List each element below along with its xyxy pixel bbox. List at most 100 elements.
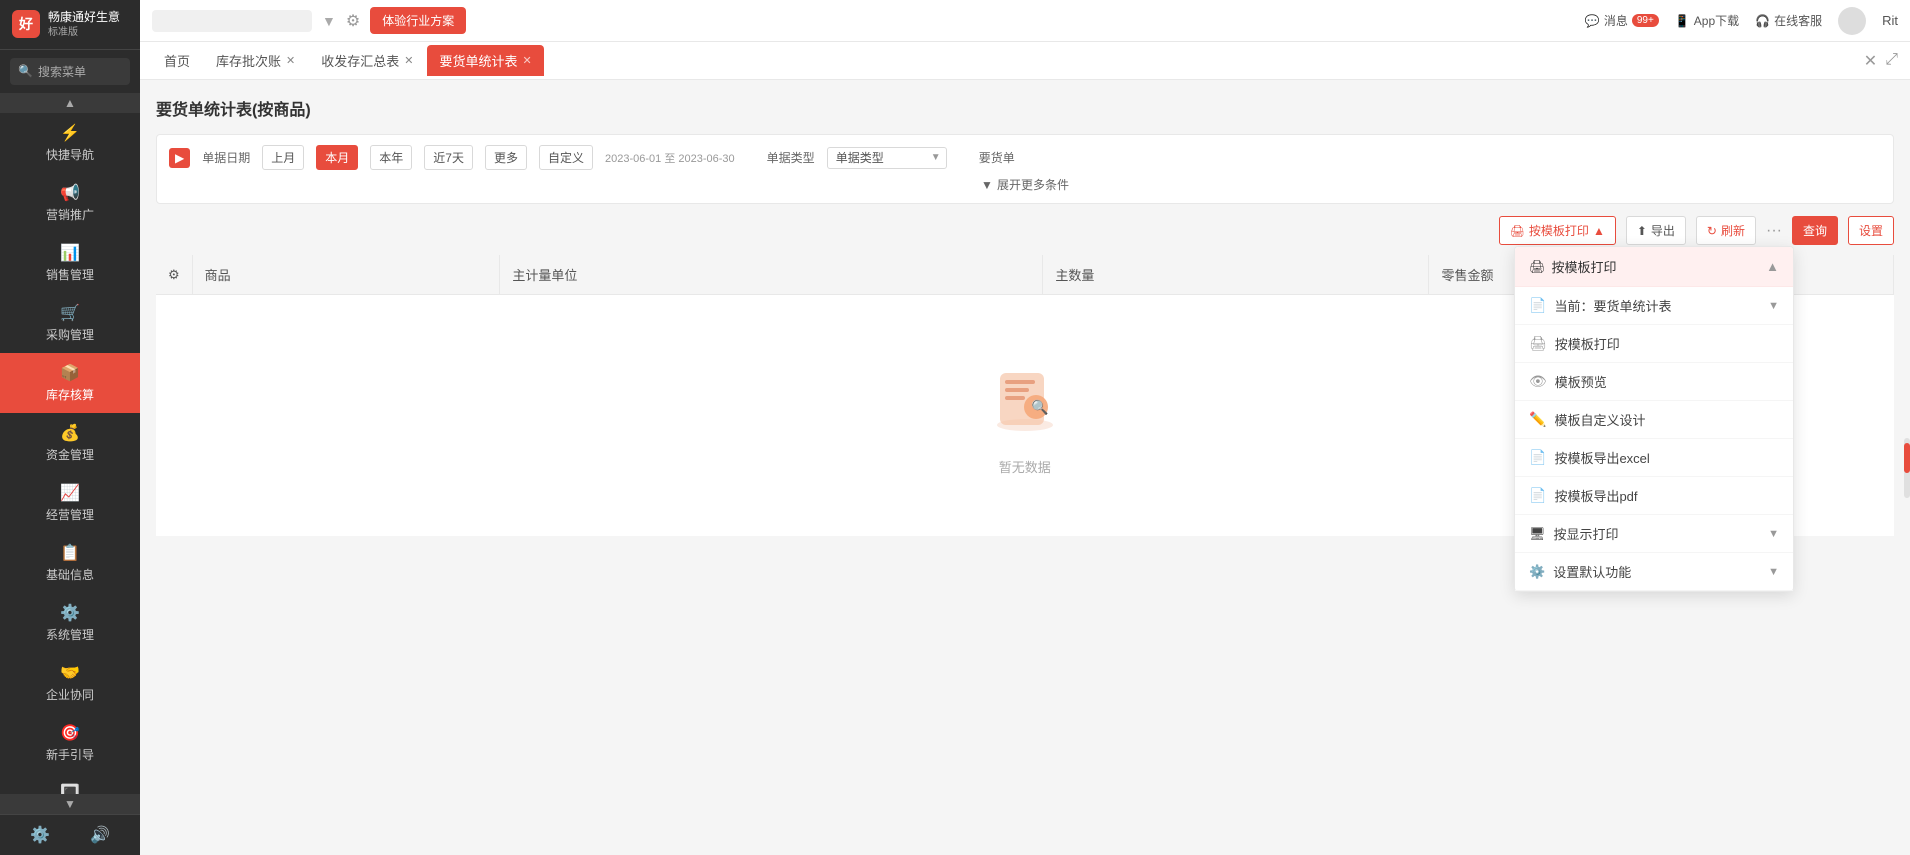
guide-icon: 🎯 <box>60 723 80 743</box>
sidebar-item-guide[interactable]: 🎯 新手引导 <box>0 713 140 773</box>
main-content: ▼ ⚙ 体验行业方案 💬 消息 99+ 📱 App下载 🎧 在线客服 Rit 首… <box>140 0 1910 855</box>
app-download-icon: 📱 <box>1675 14 1690 28</box>
topbar-right: 💬 消息 99+ 📱 App下载 🎧 在线客服 Rit <box>1585 7 1898 35</box>
tab-close-icon[interactable]: ✕ <box>1864 51 1877 71</box>
audio-icon[interactable]: 🔊 <box>90 825 110 845</box>
tab-home[interactable]: 首页 <box>152 45 202 76</box>
avatar[interactable] <box>1838 7 1866 35</box>
scroll-indicator[interactable] <box>1904 438 1910 498</box>
app-download-item[interactable]: 📱 App下载 <box>1675 12 1739 29</box>
filter-row: ▶ 单据日期 上月 本月 本年 近7天 更多 自定义 2023-06-01 至 … <box>169 145 1881 170</box>
filter-expand-toggle[interactable]: ▶ <box>169 148 190 168</box>
sidebar-item-basic[interactable]: 📋 基础信息 <box>0 533 140 593</box>
template-export-pdf-item[interactable]: 📄 按模板导出pdf <box>1515 477 1793 515</box>
current-template-icon: 📄 <box>1529 297 1546 314</box>
query-button[interactable]: 查询 <box>1792 216 1838 245</box>
operation-icon: 📈 <box>60 483 80 503</box>
settings-button[interactable]: 设置 <box>1848 216 1894 245</box>
trial-industry-button[interactable]: 体验行业方案 <box>370 7 466 34</box>
export-icon: ⬆ <box>1637 224 1647 238</box>
toolbar: 🖨 按模板打印 ▲ ⬆ 导出 ↻ 刷新 ··· 查询 设置 🖨 按模板打印 <box>156 216 1894 245</box>
scroll-up-btn[interactable]: ▲ <box>0 93 140 113</box>
finance-icon: 💰 <box>60 423 80 443</box>
sidebar-nav: ⚡ 快捷导航 📢 营销推广 📊 销售管理 🛒 采购管理 📦 库存核算 💰 资金管… <box>0 113 140 794</box>
tab-order-stats[interactable]: 要货单统计表 ✕ <box>427 45 543 76</box>
page-title: 要货单统计表(按商品) <box>156 96 1894 120</box>
scroll-down-btn[interactable]: ▼ <box>0 794 140 814</box>
sidebar-item-quick-nav[interactable]: ⚡ 快捷导航 <box>0 113 140 173</box>
message-item[interactable]: 💬 消息 99+ <box>1585 12 1659 29</box>
th-gear[interactable]: ⚙ <box>156 255 192 295</box>
sidebar-item-finance[interactable]: 💰 资金管理 <box>0 413 140 473</box>
date-btn-last-month[interactable]: 上月 <box>262 145 304 170</box>
date-btn-7days[interactable]: 近7天 <box>424 145 473 170</box>
date-btn-more[interactable]: 更多 <box>485 145 527 170</box>
sidebar-item-system[interactable]: ⚙️ 系统管理 <box>0 593 140 653</box>
search-icon: 🔍 <box>18 64 33 78</box>
sidebar-item-sales[interactable]: 📊 销售管理 <box>0 233 140 293</box>
printer-icon: 🖨 <box>1510 224 1525 238</box>
order-type-select[interactable]: 单据类型 <box>827 147 947 169</box>
scroll-thumb <box>1904 443 1910 473</box>
current-template-item[interactable]: 📄 当前：要货单统计表 ▼ <box>1515 287 1793 325</box>
app-name: 畅康通好生意 标准版 <box>48 10 120 39</box>
empty-text: 暂无数据 <box>999 457 1051 476</box>
settings-bottom-icon[interactable]: ⚙️ <box>30 825 50 845</box>
svg-text:🔍: 🔍 <box>1031 398 1048 416</box>
print-dropdown: 🖨 按模板打印 ▲ 📄 当前：要货单统计表 ▼ 🖨 按模板打印 👁 模板 <box>1514 246 1794 592</box>
sidebar-item-inventory[interactable]: 📦 库存核算 <box>0 353 140 413</box>
refresh-button[interactable]: ↻ 刷新 <box>1696 216 1756 245</box>
print-template-button[interactable]: 🖨 按模板打印 ▲ <box>1499 216 1616 245</box>
default-func-item[interactable]: ⚙️ 设置默认功能 ▼ <box>1515 553 1793 591</box>
template-export-excel-item[interactable]: 📄 按模板导出excel <box>1515 439 1793 477</box>
th-goods: 商品 <box>192 255 500 295</box>
tab-maximize-icon[interactable]: ⤢ <box>1885 51 1898 71</box>
sidebar-item-marketing[interactable]: 📢 营销推广 <box>0 173 140 233</box>
empty-icon: 🔍 <box>980 355 1070 445</box>
display-icon: 🖥 <box>1529 526 1546 542</box>
display-print-item[interactable]: 🖥 按显示打印 ▼ <box>1515 515 1793 553</box>
topbar-search-input[interactable] <box>152 10 312 32</box>
more-options-icon[interactable]: ··· <box>1766 222 1782 240</box>
tab-close-batch[interactable]: ✕ <box>286 54 295 67</box>
topbar: ▼ ⚙ 体验行业方案 💬 消息 99+ 📱 App下载 🎧 在线客服 Rit <box>140 0 1910 42</box>
sidebar-item-operation[interactable]: 📈 经营管理 <box>0 473 140 533</box>
template-preview-icon: 👁 <box>1529 373 1547 390</box>
date-label: 单据日期 <box>202 149 250 166</box>
date-btn-custom[interactable]: 自定义 <box>539 145 593 170</box>
sidebar: 好 畅康通好生意 标准版 🔍 搜索菜单 ▲ ⚡ 快捷导航 📢 营销推广 📊 销售… <box>0 0 140 855</box>
date-btn-this-year[interactable]: 本年 <box>370 145 412 170</box>
tab-batch-account[interactable]: 库存批次账 ✕ <box>204 45 307 76</box>
sidebar-item-purchase[interactable]: 🛒 采购管理 <box>0 293 140 353</box>
purchase-icon: 🛒 <box>60 303 80 323</box>
online-service-item[interactable]: 🎧 在线客服 <box>1755 12 1822 29</box>
page-content: 要货单统计表(按商品) ▶ 单据日期 上月 本月 本年 近7天 更多 自定义 2… <box>140 80 1910 855</box>
expand-icon: ▼ <box>981 178 993 192</box>
sidebar-search[interactable]: 🔍 搜索菜单 <box>10 58 130 85</box>
sidebar-item-collab[interactable]: 🤝 企业协同 <box>0 653 140 713</box>
topbar-gear-icon[interactable]: ⚙ <box>346 11 360 31</box>
quick-nav-icon: ⚡ <box>60 123 80 143</box>
tab-close-order[interactable]: ✕ <box>523 54 532 67</box>
filter-expand-button[interactable]: ▼ 展开更多条件 <box>169 176 1881 193</box>
default-func-icon: ⚙️ <box>1529 564 1545 580</box>
system-icon: ⚙️ <box>60 603 80 623</box>
template-print-item[interactable]: 🖨 按模板打印 <box>1515 325 1793 363</box>
date-range: 2023-06-01 至 2023-06-30 <box>605 150 735 166</box>
template-preview-item[interactable]: 👁 模板预览 <box>1515 363 1793 401</box>
template-custom-item[interactable]: ✏️ 模板自定义设计 <box>1515 401 1793 439</box>
template-custom-icon: ✏️ <box>1529 411 1546 428</box>
sidebar-item-apps[interactable]: 🔳 应用中心 <box>0 773 140 794</box>
dropdown-arrow-icon[interactable]: ▼ <box>322 13 336 29</box>
marketing-icon: 📢 <box>60 183 80 203</box>
date-btn-this-month[interactable]: 本月 <box>316 145 358 170</box>
tab-collection-summary[interactable]: 收发存汇总表 ✕ <box>309 45 425 76</box>
dropdown-collapse-icon[interactable]: ▲ <box>1766 259 1779 274</box>
tab-close-collection[interactable]: ✕ <box>404 54 413 67</box>
th-quantity: 主数量 <box>1043 255 1429 295</box>
current-arrow-icon: ▼ <box>1768 300 1779 312</box>
message-icon: 💬 <box>1585 14 1600 28</box>
tabs-actions: ✕ ⤢ <box>1864 51 1898 71</box>
refresh-icon: ↻ <box>1707 224 1717 238</box>
export-button[interactable]: ⬆ 导出 <box>1626 216 1686 245</box>
